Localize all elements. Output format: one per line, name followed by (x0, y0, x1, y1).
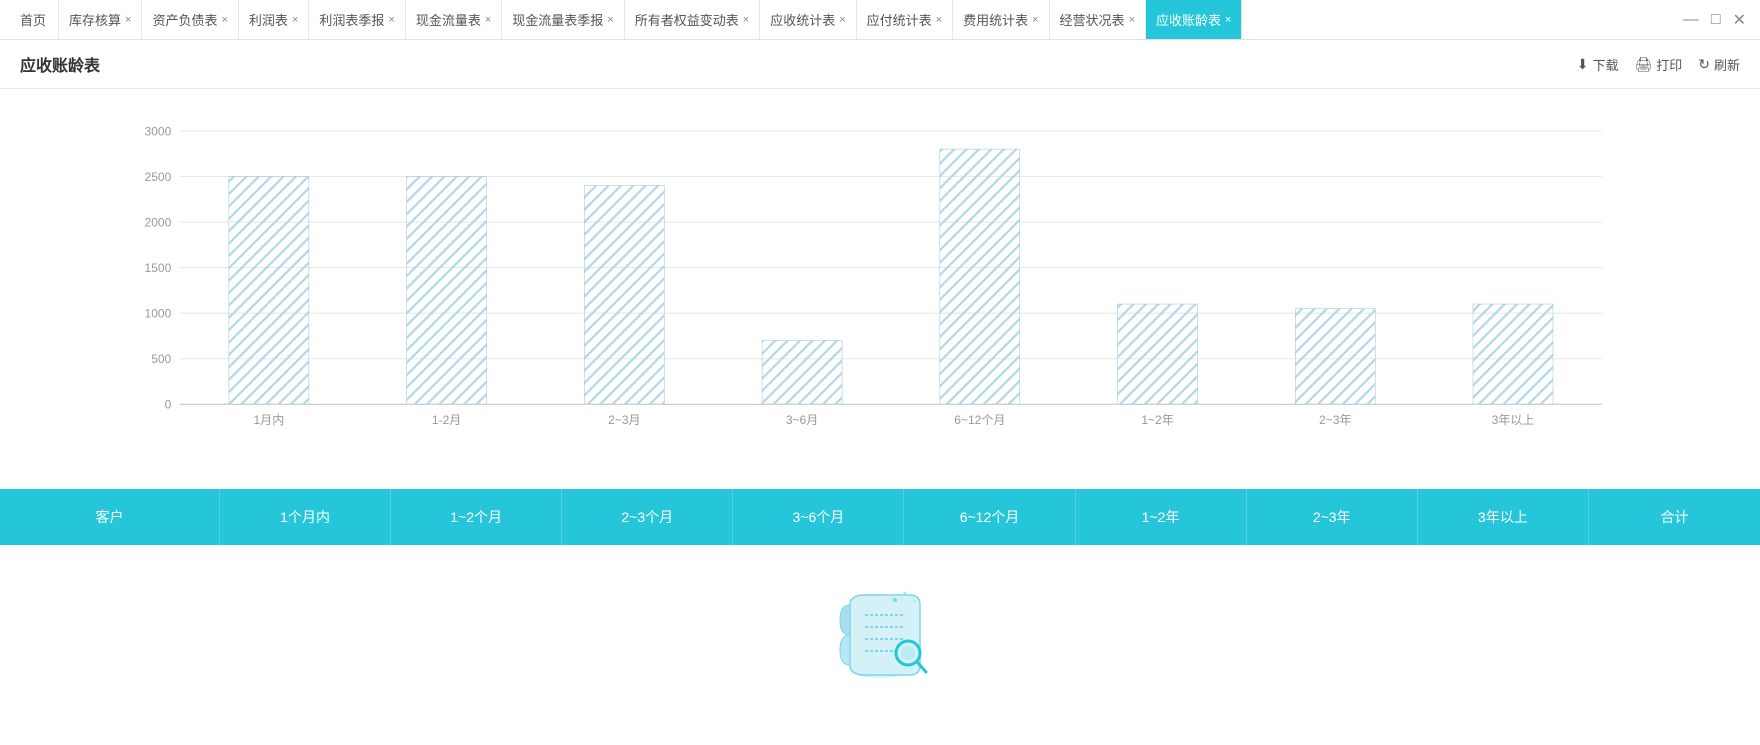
tab-zhangling[interactable]: 应收账龄表 × (1146, 0, 1242, 39)
chart-area: 0 500 1000 1500 2000 2500 3000 1月内 1-2月 2~3月 3~6月 6… (0, 89, 1760, 489)
tab-feiyong[interactable]: 费用统计表 × (953, 0, 1049, 39)
tab-home[interactable]: 首页 (8, 0, 59, 39)
svg-text:1月内: 1月内 (254, 413, 285, 427)
print-icon: 🖨 (1634, 56, 1652, 73)
svg-text:2~3年: 2~3年 (1319, 413, 1351, 427)
tab-close-kucun[interactable]: × (125, 14, 131, 26)
empty-illustration (820, 585, 940, 685)
tab-close-xianjinseason[interactable]: × (607, 14, 613, 26)
tab-label-yingshou: 应收统计表 (770, 10, 835, 29)
table-header-cell-1: 1个月内 (220, 489, 391, 545)
tab-yingfu[interactable]: 应付统计表 × (857, 0, 953, 39)
svg-text:500: 500 (151, 352, 171, 366)
tab-close-jingying[interactable]: × (1129, 14, 1135, 26)
table-header-cell-9: 合计 (1589, 489, 1760, 545)
svg-text:2500: 2500 (145, 170, 172, 184)
svg-text:1500: 1500 (145, 261, 172, 275)
svg-text:6~12个月: 6~12个月 (954, 413, 1005, 427)
download-icon: ⬇ (1577, 56, 1589, 73)
tab-jingying[interactable]: 经营状况表 × (1050, 0, 1146, 39)
tab-bar: 首页 库存核算×资产负债表×利润表×利润表季报×现金流量表×现金流量表季报×所有… (0, 0, 1760, 40)
tab-label-yingfu: 应付统计表 (867, 10, 932, 29)
table-header-cell-6: 1~2年 (1076, 489, 1247, 545)
tab-lirun[interactable]: 利润表 × (239, 0, 309, 39)
svg-text:3~6月: 3~6月 (786, 413, 818, 427)
tab-xianjinseason[interactable]: 现金流量表季报 × (502, 0, 624, 39)
minimize-button[interactable]: — (1681, 9, 1701, 31)
table-header-cell-5: 6~12个月 (904, 489, 1075, 545)
refresh-label: 刷新 (1714, 55, 1740, 74)
tab-label-xianjin: 现金流量表 (416, 10, 481, 29)
tab-label-quanyizhe: 所有者权益变动表 (635, 10, 739, 29)
page-title: 应收账龄表 (20, 52, 100, 76)
tab-close-yingshou[interactable]: × (839, 14, 845, 26)
page-header: 应收账龄表 ⬇ 下载 🖨 打印 ↻ 刷新 (0, 40, 1760, 89)
tab-close-xianjin[interactable]: × (485, 14, 491, 26)
tab-kucun[interactable]: 库存核算 × (59, 0, 142, 39)
refresh-icon: ↻ (1698, 56, 1710, 73)
tab-close-lirun[interactable]: × (292, 14, 298, 26)
tab-label-xianjinseason: 现金流量表季报 (512, 10, 603, 29)
tab-label-kucun: 库存核算 (69, 10, 121, 29)
tab-label-jingying: 经营状况表 (1060, 10, 1125, 29)
svg-text:3年以上: 3年以上 (1492, 413, 1535, 427)
tab-close-lirunseason[interactable]: × (388, 14, 394, 26)
tab-yingshou[interactable]: 应收统计表 × (760, 0, 856, 39)
tab-label-zhangling: 应收账龄表 (1156, 10, 1221, 29)
tab-xianjin[interactable]: 现金流量表 × (406, 0, 502, 39)
table-header: 客户1个月内1~2个月2~3个月3~6个月6~12个月1~2年2~3年3年以上合… (0, 489, 1760, 545)
tab-label-feiyong: 费用统计表 (963, 10, 1028, 29)
table-header-cell-7: 2~3年 (1247, 489, 1418, 545)
svg-text:1000: 1000 (145, 307, 172, 321)
tab-lirunseason[interactable]: 利润表季报 × (309, 0, 405, 39)
download-button[interactable]: ⬇ 下载 (1577, 55, 1619, 74)
empty-state (0, 545, 1760, 745)
maximize-button[interactable]: □ (1709, 9, 1723, 31)
table-header-cell-4: 3~6个月 (733, 489, 904, 545)
tab-close-quanyizhe[interactable]: × (743, 14, 749, 26)
main-content: 0 500 1000 1500 2000 2500 3000 1月内 1-2月 2~3月 3~6月 6… (0, 89, 1760, 745)
tab-zichan[interactable]: 资产负债表 × (142, 0, 238, 39)
refresh-button[interactable]: ↻ 刷新 (1698, 55, 1740, 74)
tab-label-zichan: 资产负债表 (152, 10, 217, 29)
svg-text:0: 0 (165, 398, 172, 412)
print-label: 打印 (1656, 55, 1682, 74)
bar-chart: 0 500 1000 1500 2000 2500 3000 1月内 1-2月 2~3月 3~6月 6… (40, 109, 1720, 459)
table-header-cell-0: 客户 (0, 489, 220, 545)
table-header-cell-3: 2~3个月 (562, 489, 733, 545)
download-label: 下载 (1592, 55, 1618, 74)
tab-close-zhangling[interactable]: × (1225, 14, 1231, 26)
header-actions: ⬇ 下载 🖨 打印 ↻ 刷新 (1577, 55, 1740, 74)
table-header-cell-8: 3年以上 (1418, 489, 1589, 545)
svg-text:1~2年: 1~2年 (1141, 413, 1173, 427)
print-button[interactable]: 🖨 打印 (1634, 55, 1682, 74)
table-header-cell-2: 1~2个月 (391, 489, 562, 545)
tab-close-feiyong[interactable]: × (1032, 14, 1038, 26)
svg-text:3000: 3000 (145, 124, 172, 138)
tab-close-yingfu[interactable]: × (936, 14, 942, 26)
svg-text:1-2月: 1-2月 (432, 413, 461, 427)
tab-label-lirun: 利润表 (249, 10, 288, 29)
tab-close-zichan[interactable]: × (221, 14, 227, 26)
close-button[interactable]: ✕ (1731, 8, 1748, 32)
tab-quanyizhe[interactable]: 所有者权益变动表 × (625, 0, 760, 39)
tab-bar-actions: — □ ✕ (1681, 8, 1752, 32)
svg-text:2~3月: 2~3月 (608, 413, 640, 427)
tab-label-lirunseason: 利润表季报 (319, 10, 384, 29)
svg-text:2000: 2000 (145, 215, 172, 229)
